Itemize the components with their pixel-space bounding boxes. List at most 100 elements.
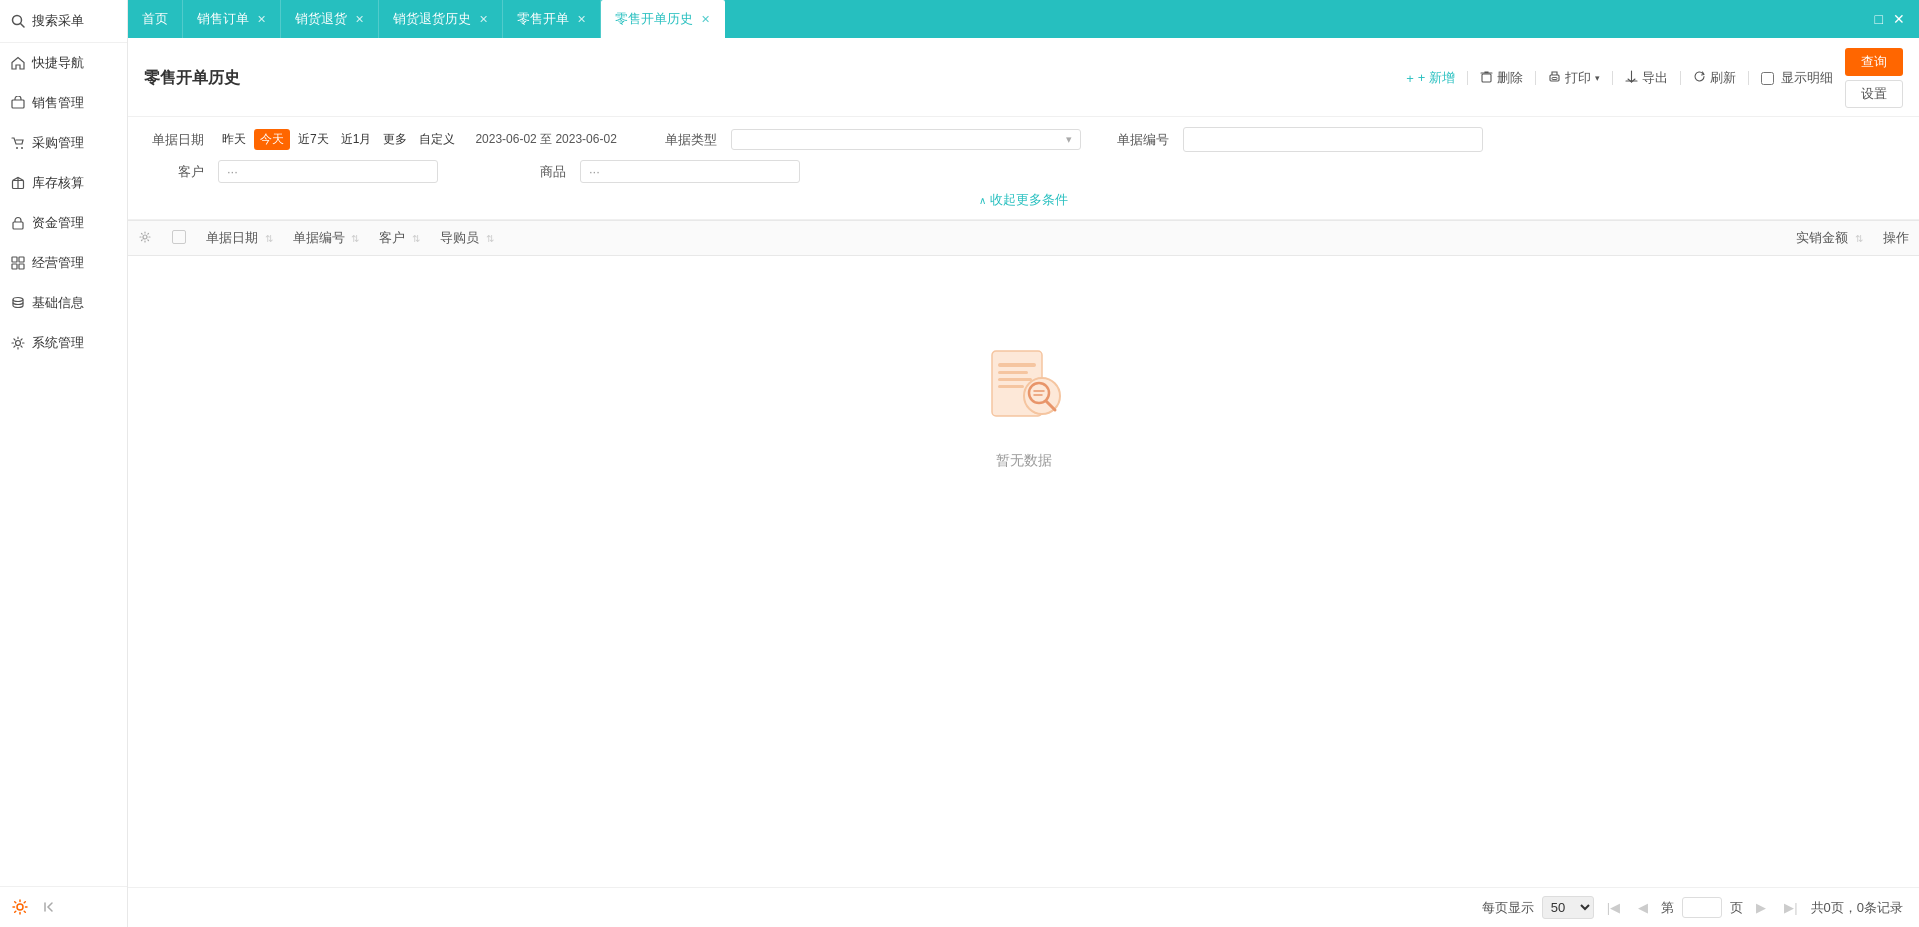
svg-rect-8 [12, 257, 17, 262]
th-action: 操作 [1873, 221, 1919, 256]
tab-label: 零售开单历史 [615, 10, 693, 28]
tab-sales-return-history[interactable]: 销货退货历史 ✕ [379, 0, 503, 38]
sidebar-item-sys-mgmt[interactable]: 系统管理 [0, 323, 127, 363]
customer-select[interactable]: ··· [218, 160, 438, 183]
chart-icon [10, 255, 26, 271]
content-area: 零售开单历史 + + 新增 删除 打印 [128, 38, 1919, 927]
svg-rect-22 [998, 363, 1036, 367]
svg-rect-16 [1482, 74, 1491, 82]
first-page-button[interactable]: |◀ [1602, 898, 1625, 917]
tab-retail-order-history[interactable]: 零售开单历史 ✕ [601, 0, 725, 38]
header-checkbox[interactable] [172, 230, 186, 244]
date-btn-1month[interactable]: 近1月 [337, 129, 376, 150]
date-btn-today[interactable]: 今天 [254, 129, 290, 150]
date-btn-7days[interactable]: 近7天 [294, 129, 333, 150]
tab-sales-order[interactable]: 销售订单 ✕ [183, 0, 281, 38]
page-number-input[interactable]: 1 [1682, 897, 1722, 918]
sort-icon: ⇅ [265, 233, 273, 244]
setting-button[interactable]: 设置 [1845, 80, 1903, 108]
tab-close-icon[interactable]: ✕ [257, 13, 266, 26]
settings-bottom-icon[interactable] [10, 897, 30, 917]
type-label: 单据类型 [657, 131, 717, 149]
sidebar-item-quick-nav[interactable]: 快捷导航 [0, 43, 127, 83]
th-amount[interactable]: 实销金额 ⇅ [1786, 221, 1873, 256]
th-salesperson[interactable]: 导购员 ⇅ [430, 221, 504, 256]
tab-retail-order[interactable]: 零售开单 ✕ [503, 0, 601, 38]
svg-rect-17 [1550, 75, 1559, 81]
page-size-select[interactable]: 50 100 200 [1542, 896, 1594, 919]
svg-rect-9 [19, 257, 24, 262]
collapse-filter-button[interactable]: ∧ 收起更多条件 [144, 191, 1903, 209]
tab-sales-return[interactable]: 销货退货 ✕ [281, 0, 379, 38]
divider [1612, 71, 1613, 85]
date-btn-yesterday[interactable]: 昨天 [218, 129, 250, 150]
empty-row: 暂无数据 [128, 256, 1919, 511]
divider [1467, 71, 1468, 85]
tab-label: 销货退货历史 [393, 10, 471, 28]
type-select-arrow: ▾ [1066, 133, 1072, 146]
svg-point-20 [143, 235, 147, 239]
page-title: 零售开单历史 [144, 68, 240, 89]
page-total: 共0页，0条记录 [1811, 899, 1903, 917]
pagination: 每页显示 50 100 200 |◀ ◀ 第 1 页 ▶ ▶| 共0页，0条记录 [128, 887, 1919, 927]
page-size-label: 每页显示 [1482, 899, 1534, 917]
prev-page-button[interactable]: ◀ [1633, 898, 1653, 917]
sidebar-item-base-info[interactable]: 基础信息 [0, 283, 127, 323]
refresh-button[interactable]: 刷新 [1693, 69, 1736, 87]
tab-close-icon[interactable]: ✕ [701, 13, 710, 26]
svg-rect-24 [998, 378, 1032, 381]
th-spacer [504, 221, 1787, 256]
svg-rect-25 [998, 385, 1024, 388]
window-restore-icon[interactable]: □ [1875, 11, 1883, 27]
th-amount-label: 实销金额 [1796, 230, 1848, 245]
date-btn-more[interactable]: 更多 [379, 129, 411, 150]
display-detail-button[interactable]: 显示明细 [1761, 69, 1833, 87]
svg-rect-10 [12, 264, 17, 269]
tabbar: 首页 销售订单 ✕ 销货退货 ✕ 销货退货历史 ✕ 零售开单 ✕ 零售开单历史 … [128, 0, 1919, 38]
th-num-label: 单据编号 [293, 230, 345, 245]
th-customer[interactable]: 客户 ⇅ [369, 221, 430, 256]
refresh-icon [1693, 70, 1706, 86]
tab-close-icon[interactable]: ✕ [577, 13, 586, 26]
sort-icon: ⇅ [1855, 233, 1863, 244]
sidebar-item-sales-mgmt[interactable]: 销售管理 [0, 83, 127, 123]
date-btn-custom[interactable]: 自定义 [415, 129, 459, 150]
goods-select[interactable]: ··· [580, 160, 800, 183]
window-close-icon[interactable]: ✕ [1893, 11, 1905, 27]
filter-row-2: 客户 ··· 商品 ··· [144, 160, 1903, 183]
export-icon [1625, 70, 1638, 86]
sidebar-item-ops-mgmt[interactable]: 经营管理 [0, 243, 127, 283]
th-date[interactable]: 单据日期 ⇅ [196, 221, 283, 256]
sidebar-item-inventory[interactable]: 库存核算 [0, 163, 127, 203]
tab-close-icon[interactable]: ✕ [355, 13, 364, 26]
delete-button[interactable]: 删除 [1480, 69, 1523, 87]
sidebar-item-finance[interactable]: 资金管理 [0, 203, 127, 243]
sidebar-search[interactable]: 搜索采单 [0, 0, 127, 43]
print-dropdown-icon: ▾ [1595, 73, 1600, 83]
th-settings[interactable] [128, 221, 162, 256]
goods-label: 商品 [506, 163, 566, 181]
tab-close-icon[interactable]: ✕ [479, 13, 488, 26]
svg-rect-11 [19, 264, 24, 269]
display-detail-checkbox[interactable] [1761, 72, 1774, 85]
svg-point-3 [16, 147, 18, 149]
print-button[interactable]: 打印 ▾ [1548, 69, 1600, 87]
sidebar-item-label: 库存核算 [32, 174, 84, 192]
th-num[interactable]: 单据编号 ⇅ [283, 221, 370, 256]
export-button[interactable]: 导出 [1625, 69, 1668, 87]
type-select[interactable]: ▾ [731, 129, 1081, 150]
th-checkbox[interactable] [162, 221, 196, 256]
print-icon [1548, 70, 1561, 86]
sidebar-item-label: 采购管理 [32, 134, 84, 152]
new-button[interactable]: + + 新增 [1406, 69, 1455, 87]
collapse-sidebar-icon[interactable] [40, 897, 60, 917]
tag-icon [10, 95, 26, 111]
svg-line-1 [21, 24, 25, 28]
query-button[interactable]: 查询 [1845, 48, 1903, 76]
sidebar-item-purchase-mgmt[interactable]: 采购管理 [0, 123, 127, 163]
last-page-button[interactable]: ▶| [1779, 898, 1802, 917]
tab-home[interactable]: 首页 [128, 0, 183, 38]
num-input[interactable] [1183, 127, 1483, 152]
sidebar-item-label: 资金管理 [32, 214, 84, 232]
next-page-button[interactable]: ▶ [1751, 898, 1771, 917]
